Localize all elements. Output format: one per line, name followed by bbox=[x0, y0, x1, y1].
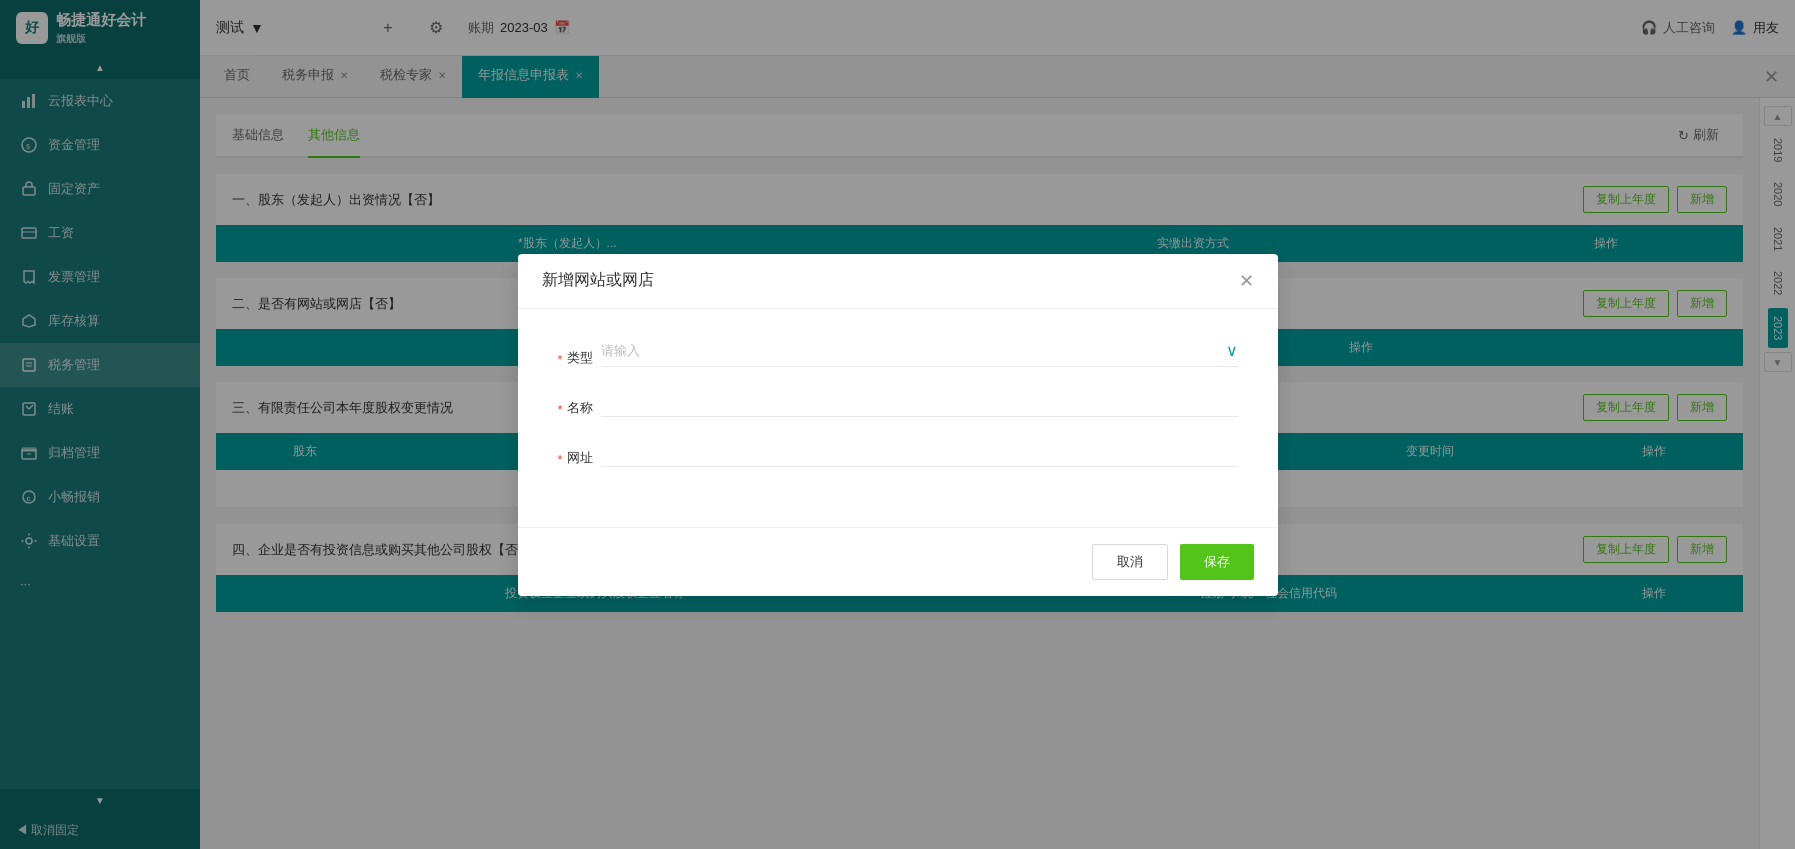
modal-footer: 取消 保存 bbox=[518, 527, 1278, 596]
url-field-wrapper bbox=[601, 445, 1238, 467]
url-label: 网址 bbox=[567, 449, 593, 467]
name-input[interactable] bbox=[601, 395, 1238, 410]
type-input[interactable] bbox=[601, 343, 1226, 358]
cancel-button[interactable]: 取消 bbox=[1092, 544, 1168, 580]
type-dropdown-icon[interactable]: ∨ bbox=[1226, 341, 1238, 360]
name-required-mark: * bbox=[558, 402, 563, 417]
modal-overlay: 新增网站或网店 ✕ * 类型 ∨ * 名称 bbox=[0, 0, 1795, 849]
name-field-wrapper bbox=[601, 395, 1238, 417]
type-required-mark: * bbox=[558, 352, 563, 367]
form-row-url: * 网址 bbox=[558, 445, 1238, 467]
save-button[interactable]: 保存 bbox=[1180, 544, 1254, 580]
modal-close-btn[interactable]: ✕ bbox=[1239, 270, 1254, 292]
modal-header: 新增网站或网店 ✕ bbox=[518, 254, 1278, 309]
type-field-wrapper: ∨ bbox=[601, 341, 1238, 367]
url-required-mark: * bbox=[558, 452, 563, 467]
form-row-type: * 类型 ∨ bbox=[558, 341, 1238, 367]
url-input[interactable] bbox=[601, 445, 1238, 460]
type-label: 类型 bbox=[567, 349, 593, 367]
add-website-modal: 新增网站或网店 ✕ * 类型 ∨ * 名称 bbox=[518, 254, 1278, 596]
modal-title: 新增网站或网店 bbox=[542, 270, 654, 291]
name-label: 名称 bbox=[567, 399, 593, 417]
form-row-name: * 名称 bbox=[558, 395, 1238, 417]
modal-body: * 类型 ∨ * 名称 * 网址 bbox=[518, 309, 1278, 527]
